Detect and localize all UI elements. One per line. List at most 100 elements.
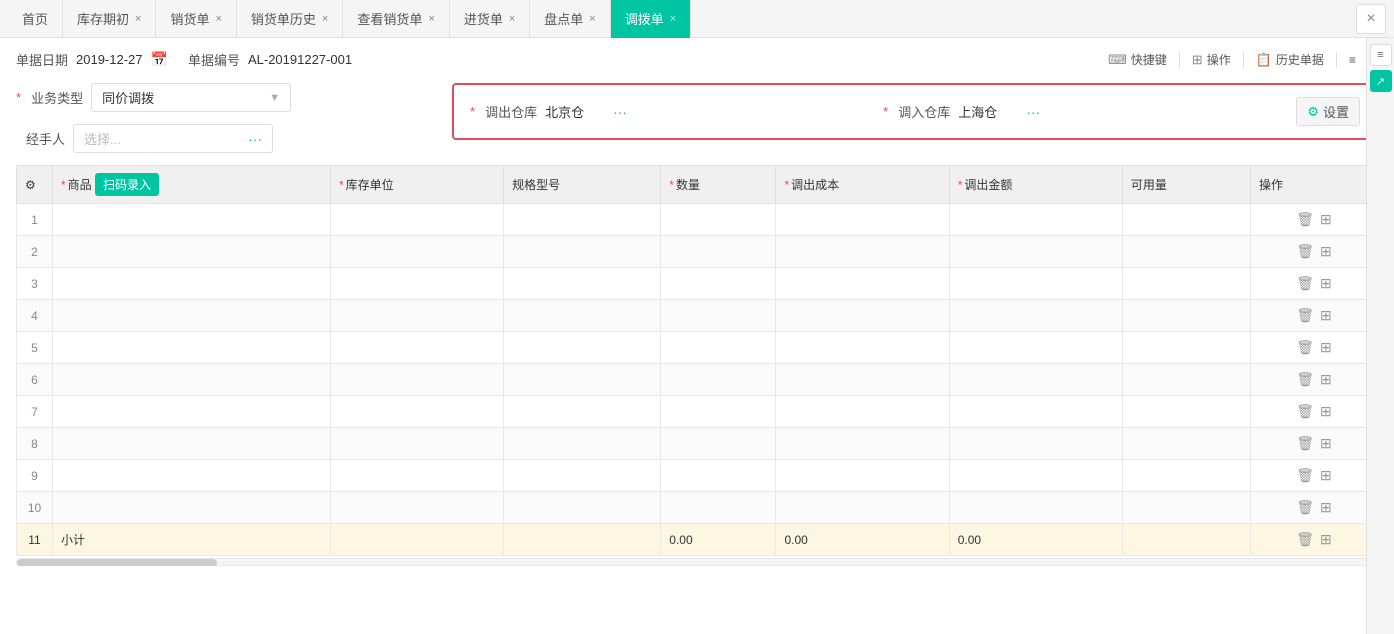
unit-cell[interactable] xyxy=(330,268,503,300)
tab-stocktake[interactable]: 盘点单 × xyxy=(530,0,610,38)
product-cell[interactable] xyxy=(53,492,331,524)
close-icon[interactable]: × xyxy=(215,13,221,25)
spec-cell[interactable] xyxy=(504,300,661,332)
cost-cell[interactable] xyxy=(776,332,949,364)
amount-cell[interactable] xyxy=(949,268,1122,300)
right-panel-share-btn[interactable]: ↗ xyxy=(1370,70,1392,92)
cost-cell[interactable] xyxy=(776,460,949,492)
spec-cell[interactable] xyxy=(504,204,661,236)
close-icon[interactable]: × xyxy=(428,13,434,25)
unit-cell[interactable] xyxy=(330,364,503,396)
amount-cell[interactable] xyxy=(949,492,1122,524)
product-cell[interactable] xyxy=(53,396,331,428)
tab-purchase-order[interactable]: 进货单 × xyxy=(450,0,530,38)
copy-icon[interactable]: ⊞ xyxy=(1320,211,1332,228)
copy-icon[interactable]: ⊞ xyxy=(1320,467,1332,484)
delete-icon[interactable]: 🗑 xyxy=(1296,243,1314,260)
right-panel-list-btn[interactable]: ≡ xyxy=(1370,44,1392,66)
cost-cell[interactable] xyxy=(776,236,949,268)
spec-cell[interactable] xyxy=(504,268,661,300)
cost-cell[interactable] xyxy=(776,204,949,236)
amount-cell[interactable] xyxy=(949,236,1122,268)
cost-cell[interactable] xyxy=(776,492,949,524)
cost-cell[interactable] xyxy=(776,428,949,460)
delete-icon[interactable]: 🗑 xyxy=(1296,531,1314,548)
product-cell[interactable] xyxy=(53,236,331,268)
settings-button[interactable]: ⚙ 设置 xyxy=(1296,97,1360,126)
unit-cell[interactable] xyxy=(330,300,503,332)
copy-icon[interactable]: ⊞ xyxy=(1320,371,1332,388)
tab-inventory-init[interactable]: 库存期初 × xyxy=(63,0,156,38)
copy-icon[interactable]: ⊞ xyxy=(1320,403,1332,420)
qty-cell[interactable] xyxy=(661,236,776,268)
unit-cell[interactable] xyxy=(330,236,503,268)
product-cell[interactable] xyxy=(53,300,331,332)
delete-icon[interactable]: 🗑 xyxy=(1296,339,1314,356)
amount-cell[interactable] xyxy=(949,396,1122,428)
calendar-icon[interactable]: 📅 xyxy=(151,51,168,68)
copy-icon[interactable]: ⊞ xyxy=(1320,243,1332,260)
product-cell[interactable] xyxy=(53,268,331,300)
amount-cell[interactable] xyxy=(949,428,1122,460)
unit-cell[interactable] xyxy=(330,204,503,236)
unit-cell[interactable] xyxy=(330,332,503,364)
close-icon[interactable]: × xyxy=(589,13,595,25)
qty-cell[interactable] xyxy=(661,364,776,396)
tab-sales-history[interactable]: 销货单历史 × xyxy=(237,0,343,38)
history-button[interactable]: 📋 历史单据 xyxy=(1256,51,1324,68)
scroll-bar[interactable] xyxy=(16,558,1378,566)
delete-icon[interactable]: 🗑 xyxy=(1296,499,1314,516)
amount-cell[interactable] xyxy=(949,300,1122,332)
product-cell[interactable] xyxy=(53,364,331,396)
product-cell[interactable] xyxy=(53,204,331,236)
delete-icon[interactable]: 🗑 xyxy=(1296,467,1314,484)
unit-cell[interactable] xyxy=(330,428,503,460)
shortcut-button[interactable]: ⌨ 快捷键 xyxy=(1108,51,1167,68)
handler-select[interactable]: 选择... ··· xyxy=(73,124,273,153)
product-cell[interactable] xyxy=(53,428,331,460)
spec-cell[interactable] xyxy=(504,332,661,364)
spec-cell[interactable] xyxy=(504,364,661,396)
tab-sales-order[interactable]: 销货单 × xyxy=(156,0,236,38)
qty-cell[interactable] xyxy=(661,428,776,460)
layout-list-button[interactable]: ≡ xyxy=(1349,53,1356,67)
business-type-select[interactable]: 同价调拨 ▼ xyxy=(91,83,291,112)
qty-cell[interactable] xyxy=(661,300,776,332)
warehouse-out-more-icon[interactable]: ··· xyxy=(613,104,627,120)
amount-cell[interactable] xyxy=(949,204,1122,236)
scan-button[interactable]: 扫码录入 xyxy=(95,173,159,196)
tab-transfer[interactable]: 调拨单 × xyxy=(611,0,691,38)
operation-button[interactable]: ⊞ 操作 xyxy=(1192,51,1231,68)
product-cell[interactable] xyxy=(53,332,331,364)
unit-cell[interactable] xyxy=(330,396,503,428)
window-close-button[interactable]: × xyxy=(1356,4,1386,34)
amount-cell[interactable] xyxy=(949,332,1122,364)
spec-cell[interactable] xyxy=(504,236,661,268)
delete-icon[interactable]: 🗑 xyxy=(1296,371,1314,388)
copy-icon[interactable]: ⊞ xyxy=(1320,531,1332,548)
cost-cell[interactable] xyxy=(776,268,949,300)
delete-icon[interactable]: 🗑 xyxy=(1296,275,1314,292)
close-icon[interactable]: × xyxy=(670,13,676,25)
spec-cell[interactable] xyxy=(504,428,661,460)
unit-cell[interactable] xyxy=(330,460,503,492)
qty-cell[interactable] xyxy=(661,492,776,524)
delete-icon[interactable]: 🗑 xyxy=(1296,435,1314,452)
qty-cell[interactable] xyxy=(661,396,776,428)
tab-view-sales[interactable]: 查看销货单 × xyxy=(343,0,449,38)
spec-cell[interactable] xyxy=(504,460,661,492)
warehouse-in-more-icon[interactable]: ··· xyxy=(1026,104,1040,120)
copy-icon[interactable]: ⊞ xyxy=(1320,339,1332,356)
copy-icon[interactable]: ⊞ xyxy=(1320,275,1332,292)
qty-cell[interactable] xyxy=(661,268,776,300)
spec-cell[interactable] xyxy=(504,492,661,524)
unit-cell[interactable] xyxy=(330,492,503,524)
cost-cell[interactable] xyxy=(776,396,949,428)
product-cell[interactable] xyxy=(53,460,331,492)
amount-cell[interactable] xyxy=(949,364,1122,396)
copy-icon[interactable]: ⊞ xyxy=(1320,307,1332,324)
cost-cell[interactable] xyxy=(776,364,949,396)
qty-cell[interactable] xyxy=(661,204,776,236)
copy-icon[interactable]: ⊞ xyxy=(1320,435,1332,452)
close-icon[interactable]: × xyxy=(322,13,328,25)
